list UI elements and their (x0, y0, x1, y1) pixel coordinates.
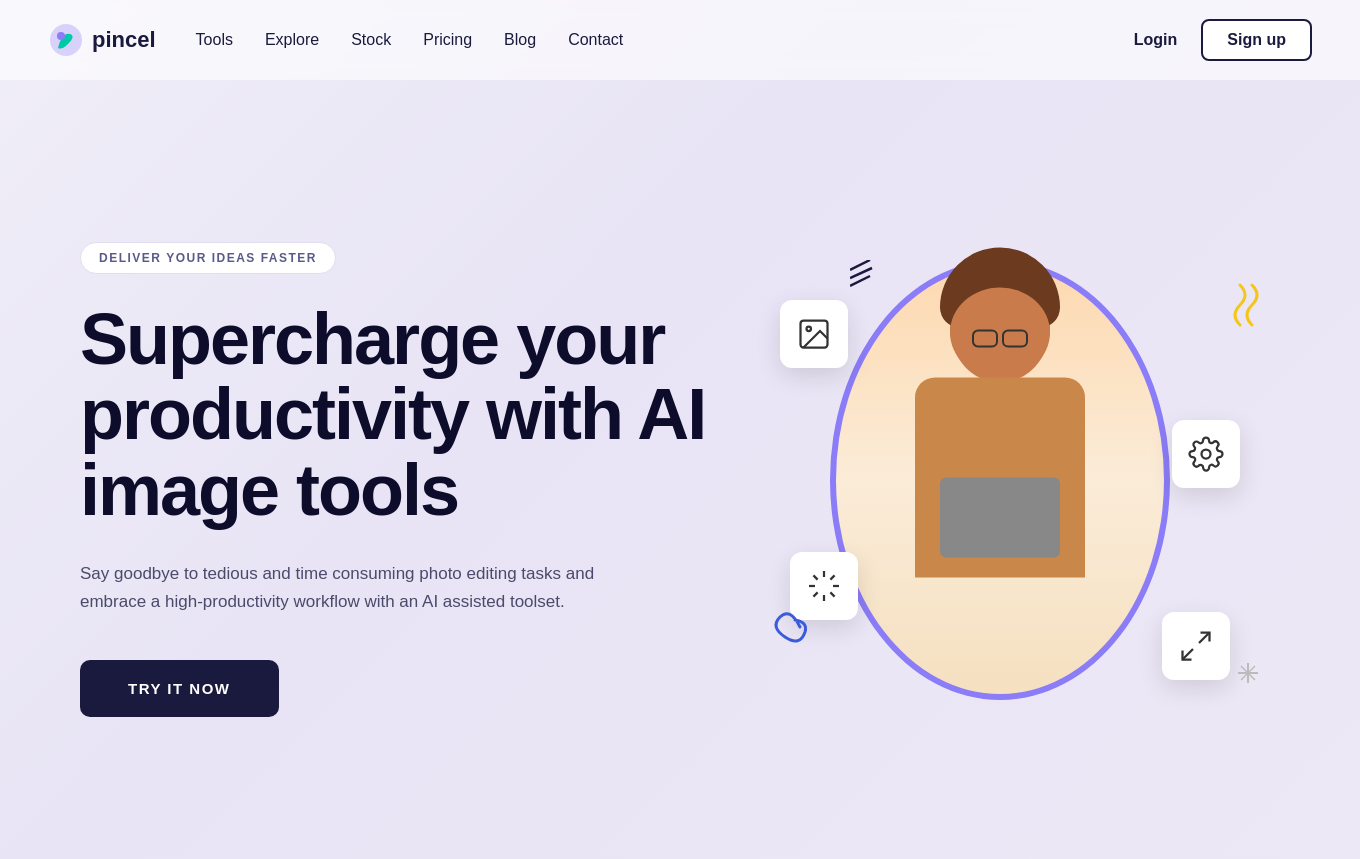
svg-line-10 (813, 575, 817, 579)
floating-card-settings (1172, 420, 1240, 488)
hero-section: DELIVER YOUR IDEAS FASTER Supercharge yo… (0, 80, 1360, 859)
logo[interactable]: pincel (48, 22, 156, 58)
nav-pricing[interactable]: Pricing (423, 31, 472, 48)
nav-tools[interactable]: Tools (196, 31, 233, 48)
hero-tag: DELIVER YOUR IDEAS FASTER (80, 242, 336, 274)
person-laptop (940, 477, 1060, 557)
svg-line-11 (830, 592, 834, 596)
nav-explore[interactable]: Explore (265, 31, 319, 48)
floating-card-image (780, 300, 848, 368)
deco-tick-marks (850, 260, 882, 294)
nav-left: pincel Tools Explore Stock Pricing Blog … (48, 22, 623, 58)
nav-contact[interactable]: Contact (568, 31, 623, 48)
svg-line-16 (1199, 632, 1210, 643)
login-button[interactable]: Login (1134, 31, 1178, 49)
floating-card-expand (1162, 612, 1230, 680)
person-head (950, 272, 1050, 382)
navbar: pincel Tools Explore Stock Pricing Blog … (0, 0, 1360, 80)
svg-point-1 (57, 32, 65, 40)
gear-icon (1188, 436, 1224, 472)
nav-stock[interactable]: Stock (351, 31, 391, 48)
svg-point-7 (1202, 449, 1211, 458)
hero-illustration (720, 200, 1280, 760)
expand-icon (1178, 628, 1214, 664)
loader-icon (806, 568, 842, 604)
person-torso (915, 377, 1085, 577)
nav-blog[interactable]: Blog (504, 31, 536, 48)
logo-text: pincel (92, 27, 156, 53)
image-icon (796, 316, 832, 352)
hero-content: DELIVER YOUR IDEAS FASTER Supercharge yo… (80, 242, 720, 718)
person-face (950, 287, 1050, 377)
svg-line-17 (1183, 649, 1194, 660)
hero-description: Say goodbye to tedious and time consumin… (80, 560, 600, 616)
svg-line-2 (850, 260, 870, 270)
person-illustration (855, 272, 1145, 687)
svg-line-15 (830, 575, 834, 579)
try-it-now-button[interactable]: TRY IT NOW (80, 660, 279, 717)
pincel-logo-icon (48, 22, 84, 58)
signup-button[interactable]: Sign up (1201, 19, 1312, 61)
nav-links: Tools Explore Stock Pricing Blog Contact (196, 31, 624, 49)
deco-swirl (770, 602, 820, 660)
deco-star (1236, 661, 1260, 690)
hero-title: Supercharge your productivity with AI im… (80, 302, 720, 529)
nav-right: Login Sign up (1134, 19, 1312, 61)
deco-yellow-lines (1230, 280, 1270, 344)
svg-point-6 (807, 326, 812, 331)
svg-line-14 (813, 592, 817, 596)
person-glasses (972, 329, 1028, 347)
